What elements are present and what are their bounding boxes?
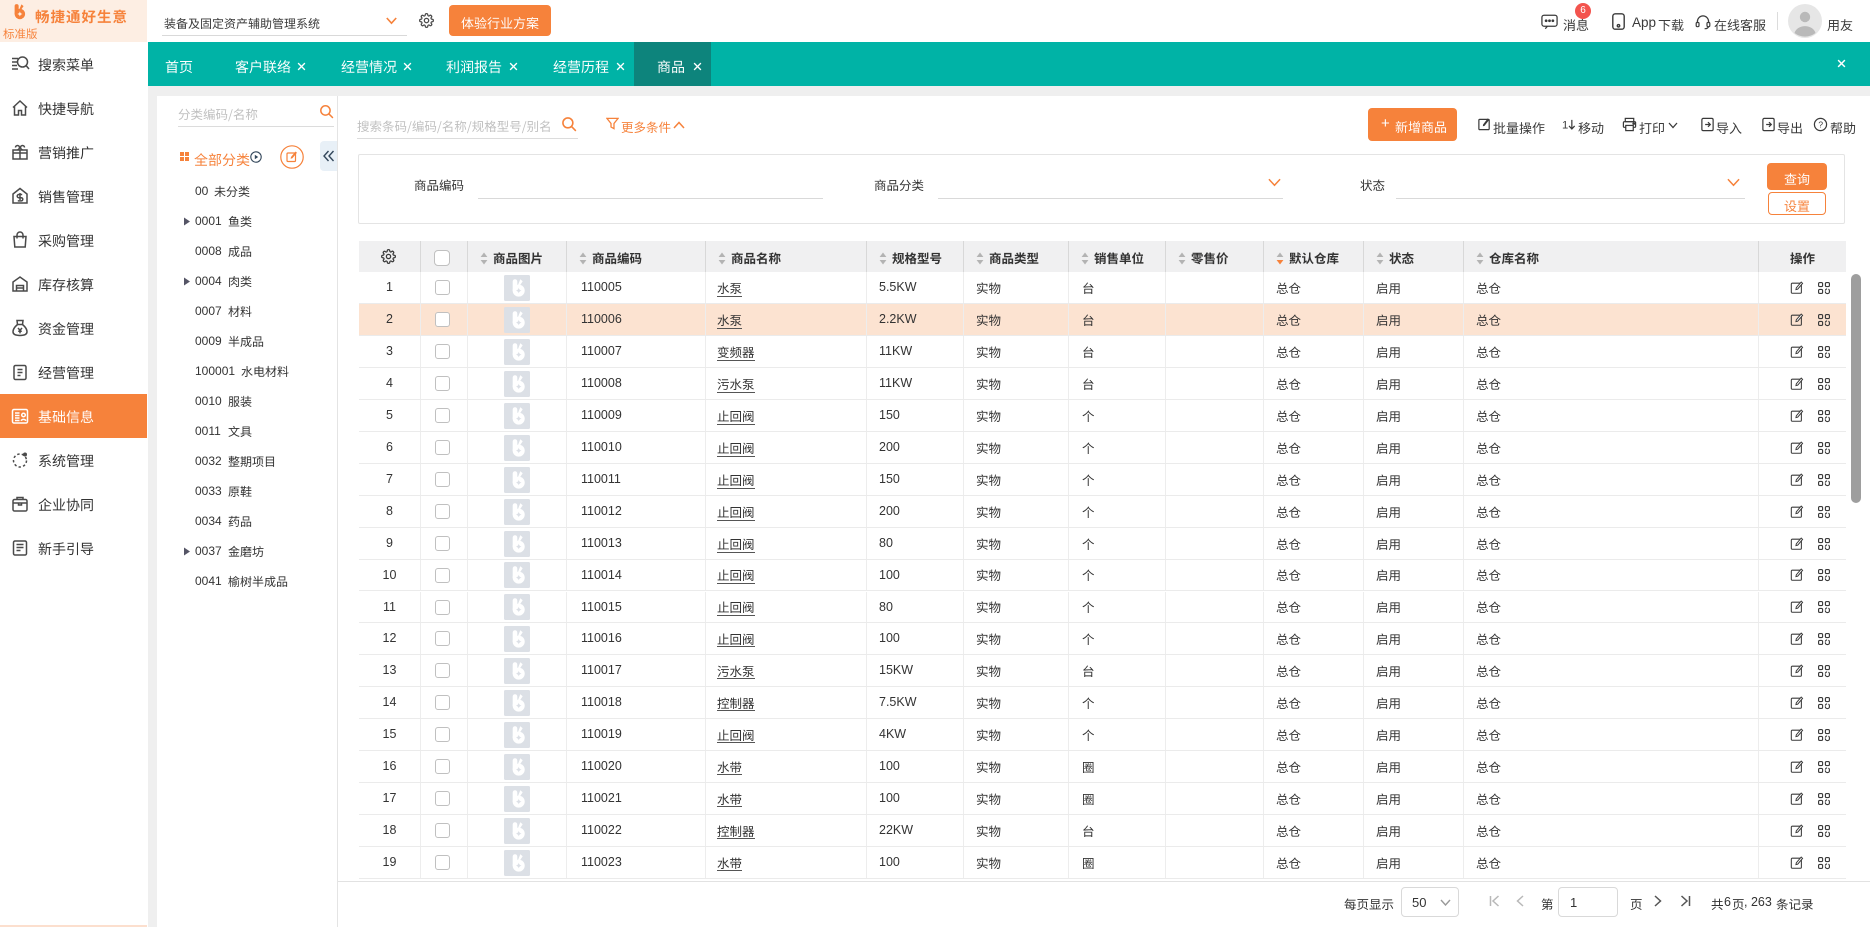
- svg-text:?: ?: [1818, 119, 1823, 129]
- svg-text:1: 1: [1562, 119, 1568, 131]
